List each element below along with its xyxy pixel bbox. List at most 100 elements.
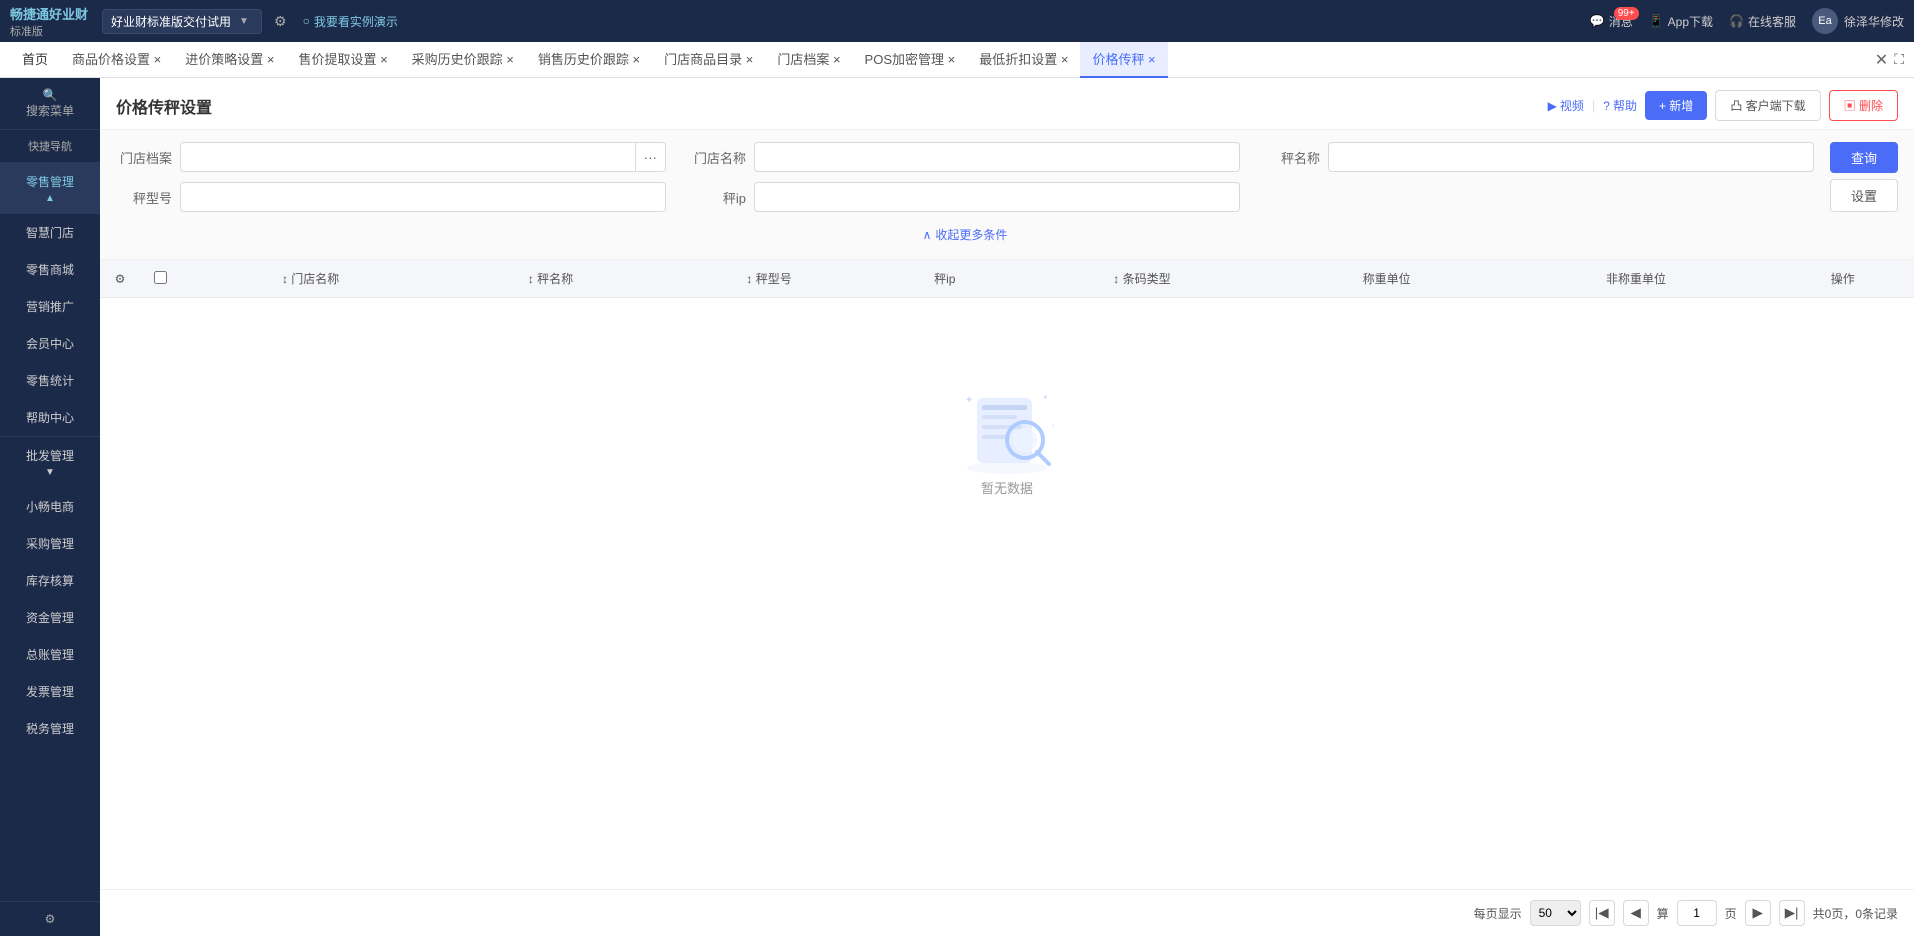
nav-item-sale[interactable]: 售价提取设置 × xyxy=(286,42,399,78)
user-area[interactable]: Ea 徐泽华修改 xyxy=(1812,8,1904,34)
query-button[interactable]: 查询 xyxy=(1830,142,1898,173)
page-content: 价格传秤设置 ▶ 视频 | ? 帮助 + 新增 凸 客户端下载 xyxy=(100,78,1914,936)
svg-text:✦: ✦ xyxy=(1042,393,1049,402)
table-header-checkbox[interactable] xyxy=(140,260,180,298)
sidebar-item-retail-stats[interactable]: 零售统计 xyxy=(0,362,100,399)
first-page-button[interactable]: |◀ xyxy=(1589,900,1615,926)
empty-illustration: ✦ ✦ • xyxy=(947,378,1067,478)
table-header-non-weight-unit: 非称重单位 xyxy=(1501,260,1772,298)
filter-item-scale-name: 秤名称 xyxy=(1264,142,1814,172)
select-all-checkbox[interactable] xyxy=(154,271,167,284)
page-prefix: 算 xyxy=(1657,905,1669,922)
filter-row-1: 门店档案 ··· 门店名称 秤名称 xyxy=(116,142,1814,172)
delete-button[interactable]: ▣ 删除 xyxy=(1829,90,1898,121)
table-header-store-name[interactable]: ↕ 门店名称 xyxy=(180,260,441,298)
prev-page-button[interactable]: ◀ xyxy=(1623,900,1649,926)
chevron-up-icon: ∧ xyxy=(923,228,932,242)
set-button[interactable]: 设置 xyxy=(1830,179,1898,212)
online-service-button[interactable]: 🎧 在线客服 xyxy=(1729,13,1796,30)
message-icon: 💬 xyxy=(1590,14,1605,28)
empty-state: ✦ ✦ • 暂无数据 xyxy=(100,298,1914,577)
table-header-scale-name[interactable]: ↕ 秤名称 xyxy=(441,260,660,298)
filter-area: 门店档案 ··· 门店名称 秤名称 xyxy=(100,130,1914,260)
download-button[interactable]: 凸 客户端下载 xyxy=(1715,90,1820,121)
sidebar-item-ecommerce[interactable]: 小畅电商 xyxy=(0,488,100,525)
sidebar-item-inventory[interactable]: 库存核算 xyxy=(0,562,100,599)
sidebar: 🔍 搜索菜单 快捷导航 零售管理 ▲ 智慧门店 零售商城 营销推广 xyxy=(0,78,100,936)
last-page-button[interactable]: ▶| xyxy=(1779,900,1805,926)
sidebar-item-tax[interactable]: 税务管理 xyxy=(0,710,100,747)
expand-icon[interactable]: ⛶ xyxy=(1894,51,1904,68)
add-button[interactable]: + 新增 xyxy=(1645,91,1707,120)
sidebar-item-member[interactable]: 会员中心 xyxy=(0,325,100,362)
video-link[interactable]: ▶ 视频 xyxy=(1548,97,1584,114)
nav-item-catalog[interactable]: 门店商品目录 × xyxy=(652,42,765,78)
scale-model-input[interactable] xyxy=(180,182,666,212)
filter-item-store-archive: 门店档案 ··· xyxy=(116,142,666,172)
sidebar-item-ledger[interactable]: 总账管理 xyxy=(0,636,100,673)
message-badge: 99+ xyxy=(1614,7,1639,20)
data-table: ⚙ ↕ 门店名称 ↕ 秤名称 ↕ 秤型号 xyxy=(100,260,1914,577)
version-select[interactable]: 好业财标准版交付试用 ▼ xyxy=(102,9,262,34)
page-title: 价格传秤设置 xyxy=(116,94,212,118)
logo-main: 畅捷通好业财 xyxy=(10,4,88,23)
nav-item-store[interactable]: 门店档案 × xyxy=(765,42,852,78)
sidebar-item-invoice[interactable]: 发票管理 xyxy=(0,673,100,710)
settings-icon-button[interactable]: ⚙ xyxy=(270,9,291,34)
nav-item-sale-history[interactable]: 销售历史价跟踪 × xyxy=(526,42,652,78)
scale-ip-label: 秤ip xyxy=(690,188,746,207)
collapse-area: ∧ 收起更多条件 xyxy=(116,222,1814,247)
filter-item-scale-model: 秤型号 xyxy=(116,182,666,212)
sidebar-settings-button[interactable]: ⚙ xyxy=(0,901,100,936)
sidebar-item-purchase[interactable]: 采购管理 xyxy=(0,525,100,562)
sidebar-search[interactable]: 🔍 搜索菜单 xyxy=(0,78,100,130)
message-button[interactable]: 💬 消息 99+ xyxy=(1590,13,1633,30)
table-header-settings[interactable]: ⚙ xyxy=(100,260,140,298)
page-header: 价格传秤设置 ▶ 视频 | ? 帮助 + 新增 凸 客户端下载 xyxy=(100,78,1914,130)
sidebar-item-finance[interactable]: 资金管理 xyxy=(0,599,100,636)
nav-item-pos[interactable]: POS加密管理 × xyxy=(853,42,968,78)
collapse-button[interactable]: ∧ 收起更多条件 xyxy=(911,222,1020,247)
per-page-select[interactable]: 10 20 50 100 xyxy=(1530,900,1581,926)
store-name-input[interactable] xyxy=(754,142,1240,172)
table-header-scale-model[interactable]: ↕ 秤型号 xyxy=(660,260,879,298)
scale-ip-input[interactable] xyxy=(754,182,1240,212)
scale-name-label: 秤名称 xyxy=(1264,148,1320,167)
close-tab-icon[interactable]: ✕ xyxy=(1875,50,1888,70)
sidebar-item-smart-store[interactable]: 智慧门店 xyxy=(0,214,100,251)
nav-item-price[interactable]: 商品价格设置 × xyxy=(60,42,173,78)
app-download-icon: 📱 xyxy=(1649,14,1664,28)
sidebar-section-retail: 零售管理 ▲ 智慧门店 零售商城 营销推广 会员中心 零售统计 xyxy=(0,163,100,437)
svg-text:✦: ✦ xyxy=(965,395,973,406)
sidebar-item-help[interactable]: 帮助中心 xyxy=(0,399,100,436)
help-link[interactable]: ? 帮助 xyxy=(1603,97,1637,114)
nav-item-cost[interactable]: 进价策略设置 × xyxy=(173,42,286,78)
user-name: 徐泽华修改 xyxy=(1844,13,1904,30)
store-archive-dots-button[interactable]: ··· xyxy=(636,142,666,172)
nav-item-discount[interactable]: 最低折扣设置 × xyxy=(967,42,1080,78)
filter-item-scale-ip: 秤ip xyxy=(690,182,1240,212)
store-archive-input[interactable] xyxy=(180,142,636,172)
scale-name-input[interactable] xyxy=(1328,142,1814,172)
store-archive-label: 门店档案 xyxy=(116,148,172,167)
next-page-button[interactable]: ▶ xyxy=(1745,900,1771,926)
headphone-icon: 🎧 xyxy=(1729,14,1744,28)
per-page-label: 每页显示 xyxy=(1474,905,1522,922)
page-number-input[interactable] xyxy=(1677,900,1717,926)
nav-item-purchase-history[interactable]: 采购历史价跟踪 × xyxy=(400,42,526,78)
sidebar-item-retail-mall[interactable]: 零售商城 xyxy=(0,251,100,288)
page-actions: ▶ 视频 | ? 帮助 + 新增 凸 客户端下载 ▣ 删除 xyxy=(1548,90,1898,121)
sidebar-item-marketing[interactable]: 营销推广 xyxy=(0,288,100,325)
avatar: Ea xyxy=(1812,8,1838,34)
sidebar-item-wholesale[interactable]: 批发管理 ▼ xyxy=(0,437,100,488)
nav-item-home[interactable]: 首页 xyxy=(10,42,60,78)
sidebar-shortcut[interactable]: 快捷导航 xyxy=(0,130,100,163)
sidebar-item-retail[interactable]: 零售管理 ▲ xyxy=(0,163,100,214)
nav-item-scale[interactable]: 价格传秤 × xyxy=(1080,42,1167,78)
demo-link[interactable]: 我要看实例演示 xyxy=(303,13,398,30)
svg-text:•: • xyxy=(1052,424,1054,430)
table-header-barcode-type[interactable]: ↕ 条码类型 xyxy=(1011,260,1272,298)
play-icon: ▶ xyxy=(1548,99,1557,113)
app-download-button[interactable]: 📱 App下载 xyxy=(1649,13,1713,30)
chevron-up-icon: ▲ xyxy=(45,193,55,204)
